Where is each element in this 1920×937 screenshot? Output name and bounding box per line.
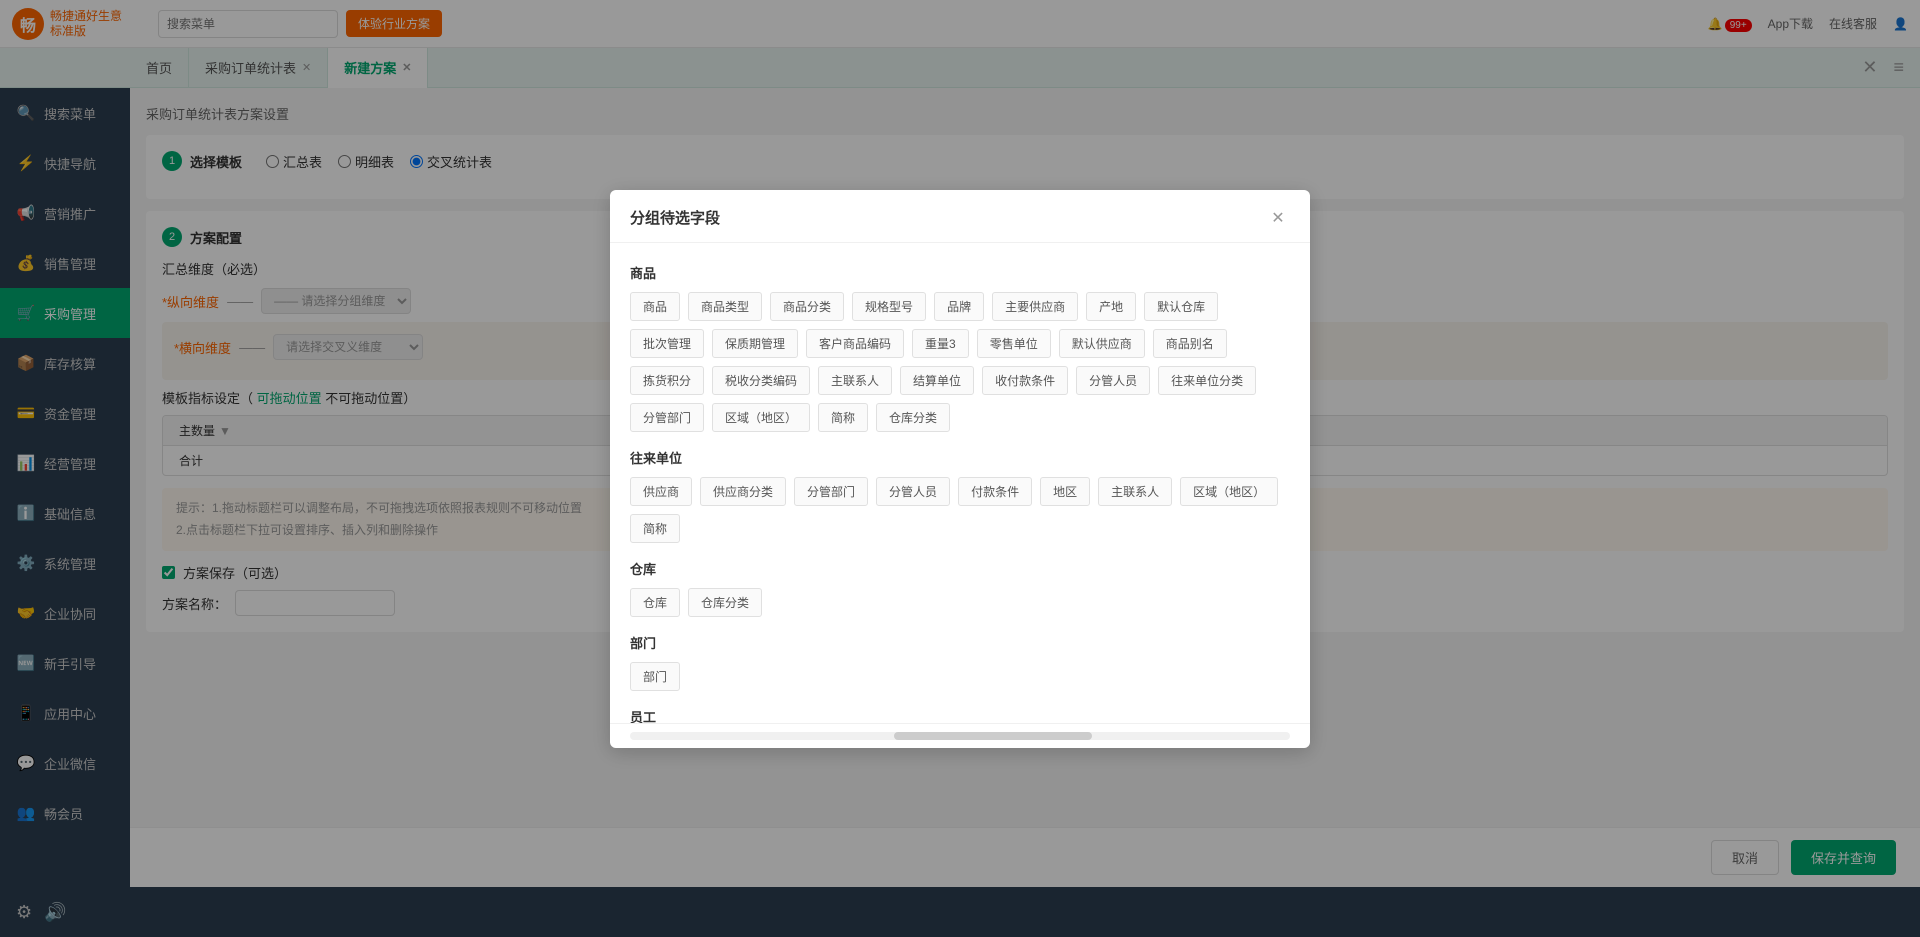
section-title-employee: 员工: [630, 707, 1290, 723]
tag-goods-pick-points[interactable]: 拣货积分: [630, 366, 704, 395]
tag-goods-category[interactable]: 商品分类: [770, 292, 844, 321]
section-title-partner: 往来单位: [630, 448, 1290, 467]
tag-grid-goods: 商品 商品类型 商品分类 规格型号 品牌 主要供应商 产地 默认仓库 批次管理 …: [630, 292, 1290, 432]
tag-goods-alias[interactable]: 商品别名: [1153, 329, 1227, 358]
tag-goods-retail-unit[interactable]: 零售单位: [977, 329, 1051, 358]
tag-goods-brand[interactable]: 品牌: [934, 292, 984, 321]
tag-goods-settlement-unit[interactable]: 结算单位: [900, 366, 974, 395]
tag-partner-region[interactable]: 地区: [1040, 477, 1090, 506]
modal-body: 商品 商品 商品类型 商品分类 规格型号 品牌 主要供应商 产地 默认仓库 批次…: [610, 243, 1310, 723]
modal-footer-scrollbar: [610, 723, 1310, 748]
section-title-dept: 部门: [630, 633, 1290, 652]
tag-goods-main-supplier[interactable]: 主要供应商: [992, 292, 1078, 321]
tag-goods-default-supplier[interactable]: 默认供应商: [1059, 329, 1145, 358]
tag-goods-spec[interactable]: 规格型号: [852, 292, 926, 321]
tag-goods-partner-category[interactable]: 往来单位分类: [1158, 366, 1256, 395]
tag-partner-supplier[interactable]: 供应商: [630, 477, 692, 506]
tag-partner-manager[interactable]: 分管人员: [876, 477, 950, 506]
tag-grid-dept: 部门: [630, 662, 1290, 691]
tag-goods-warehouse-category[interactable]: 仓库分类: [876, 403, 950, 432]
scrollbar-thumb: [894, 732, 1092, 740]
tag-goods-default-warehouse[interactable]: 默认仓库: [1144, 292, 1218, 321]
tag-partner-payment-terms[interactable]: 付款条件: [958, 477, 1032, 506]
tag-goods-region[interactable]: 区域（地区）: [712, 403, 810, 432]
tag-goods-expiry[interactable]: 保质期管理: [712, 329, 798, 358]
tag-goods-item[interactable]: 商品: [630, 292, 680, 321]
tag-partner-shortname[interactable]: 简称: [630, 514, 680, 543]
tag-warehouse-category[interactable]: 仓库分类: [688, 588, 762, 617]
tag-goods-origin[interactable]: 产地: [1086, 292, 1136, 321]
modal-overlay: 分组待选字段 ✕ 商品 商品 商品类型 商品分类 规格型号 品牌 主要供应商 产…: [0, 0, 1920, 937]
modal-close-button[interactable]: ✕: [1266, 206, 1290, 230]
tag-dept-item[interactable]: 部门: [630, 662, 680, 691]
tag-partner-supplier-category[interactable]: 供应商分类: [700, 477, 786, 506]
tag-goods-main-contact[interactable]: 主联系人: [818, 366, 892, 395]
tag-goods-payment-terms[interactable]: 收付款条件: [982, 366, 1068, 395]
modal-dialog: 分组待选字段 ✕ 商品 商品 商品类型 商品分类 规格型号 品牌 主要供应商 产…: [610, 190, 1310, 748]
tag-grid-partner: 供应商 供应商分类 分管部门 分管人员 付款条件 地区 主联系人 区域（地区） …: [630, 477, 1290, 543]
tag-partner-main-contact[interactable]: 主联系人: [1098, 477, 1172, 506]
modal-title: 分组待选字段: [630, 207, 720, 228]
tag-goods-shortname[interactable]: 简称: [818, 403, 868, 432]
tag-goods-weight[interactable]: 重量3: [912, 329, 969, 358]
section-title-goods: 商品: [630, 263, 1290, 282]
tag-goods-manager[interactable]: 分管人员: [1076, 366, 1150, 395]
modal-header: 分组待选字段 ✕: [610, 190, 1310, 243]
modal-scroll-area[interactable]: 商品 商品 商品类型 商品分类 规格型号 品牌 主要供应商 产地 默认仓库 批次…: [610, 243, 1310, 723]
horizontal-scrollbar[interactable]: [630, 732, 1290, 740]
tag-goods-tax-code[interactable]: 税收分类编码: [712, 366, 810, 395]
tag-goods-customer-code[interactable]: 客户商品编码: [806, 329, 904, 358]
tag-goods-dept[interactable]: 分管部门: [630, 403, 704, 432]
section-title-warehouse: 仓库: [630, 559, 1290, 578]
tag-goods-type[interactable]: 商品类型: [688, 292, 762, 321]
tag-grid-warehouse: 仓库 仓库分类: [630, 588, 1290, 617]
tag-partner-area[interactable]: 区域（地区）: [1180, 477, 1278, 506]
tag-partner-dept[interactable]: 分管部门: [794, 477, 868, 506]
tag-warehouse-item[interactable]: 仓库: [630, 588, 680, 617]
tag-goods-batch[interactable]: 批次管理: [630, 329, 704, 358]
